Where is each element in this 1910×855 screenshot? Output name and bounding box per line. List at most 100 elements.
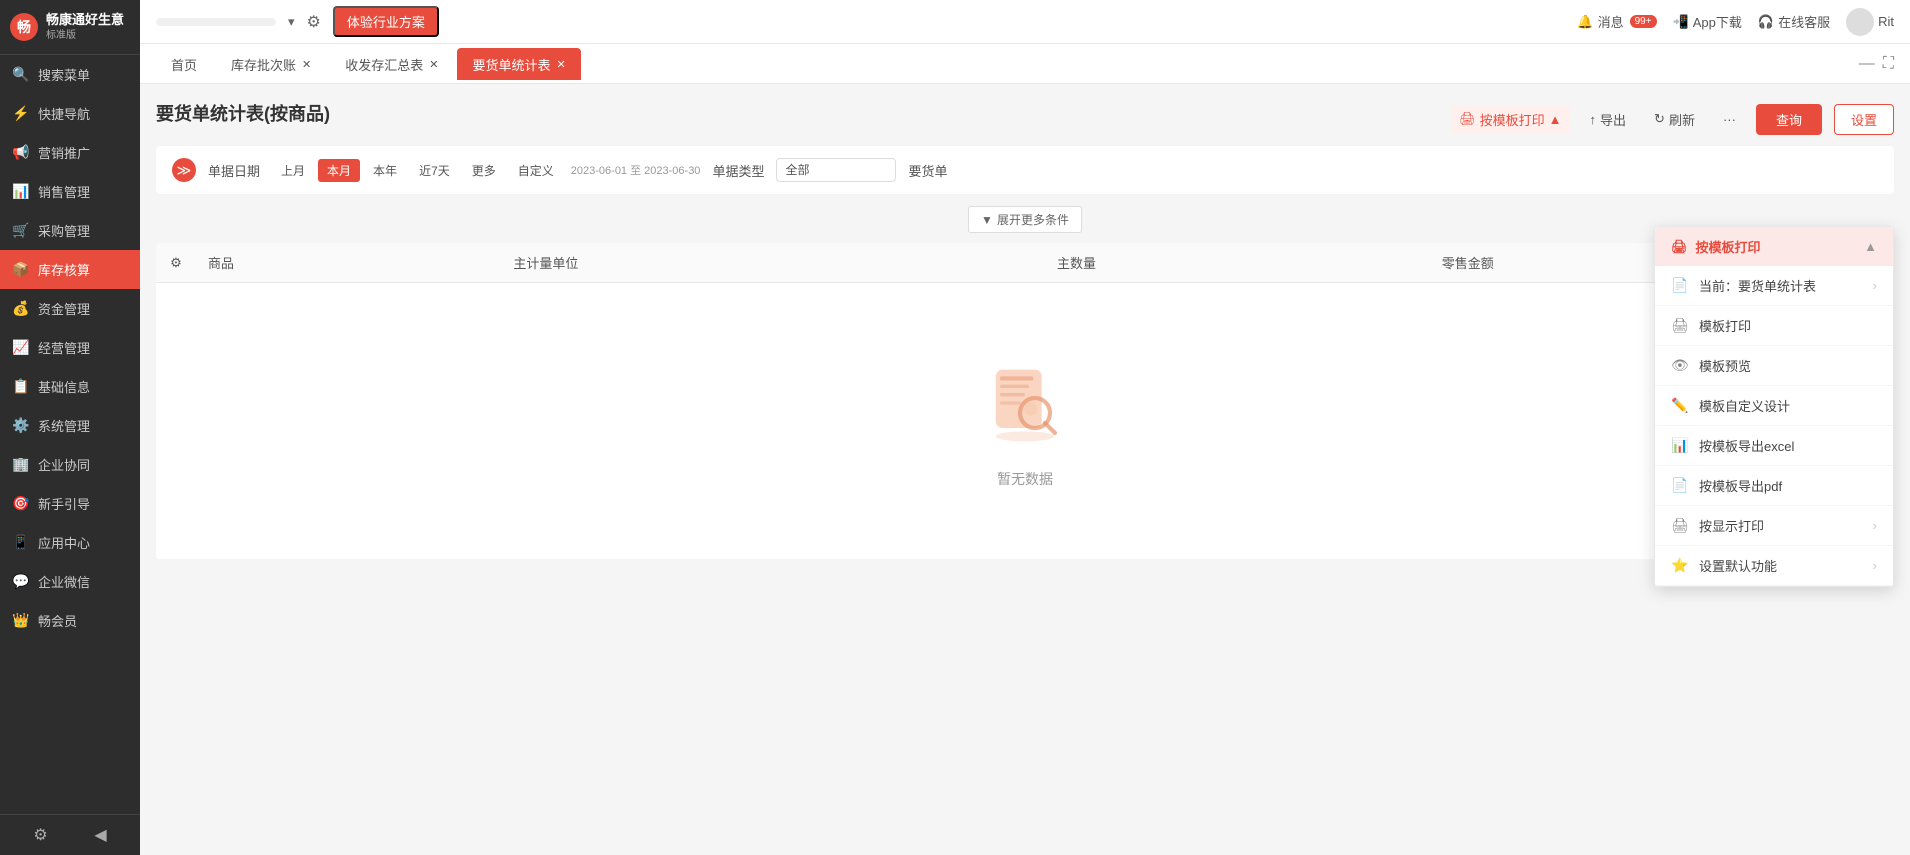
dropdown-item-set-default[interactable]: ⭐ 设置默认功能 › bbox=[1655, 546, 1893, 586]
top-bar: ▾ ⚙ 体验行业方案 🔔 消息 99+ 📲 App下载 🎧 在线客服 Rit bbox=[140, 0, 1910, 44]
date-btn-this-month[interactable]: 本月 bbox=[318, 159, 360, 182]
export-pdf-icon: 📄 bbox=[1671, 477, 1689, 494]
online-service-btn[interactable]: 🎧 在线客服 bbox=[1758, 12, 1830, 31]
page-title: 要货单统计表(按商品) bbox=[156, 100, 330, 126]
export-label: 导出 bbox=[1600, 110, 1626, 129]
filter-toggle-btn[interactable]: ≫ bbox=[172, 158, 196, 182]
sidebar-item-search[interactable]: 🔍 搜索菜单 bbox=[0, 55, 140, 94]
close-order-stats-icon[interactable]: ✕ bbox=[557, 58, 566, 71]
order-type-select-wrapper: 全部 要货单 bbox=[776, 158, 896, 182]
messages-badge: 99+ bbox=[1630, 15, 1657, 28]
cart-icon: 🛒 bbox=[12, 222, 30, 239]
print-template-btn[interactable]: 🖨 按模板打印 ▲ bbox=[1451, 106, 1569, 133]
settings-btn[interactable]: 设置 bbox=[1834, 104, 1894, 135]
sidebar-bottom: ⚙ ◀ bbox=[0, 814, 140, 855]
sidebar-item-sales[interactable]: 📊 销售管理 bbox=[0, 172, 140, 211]
tab-order-stats[interactable]: 要货单统计表 ✕ bbox=[457, 48, 580, 80]
template-preview-icon: 👁 bbox=[1671, 357, 1689, 374]
sidebar-item-enterprise[interactable]: 🏢 企业协同 bbox=[0, 445, 140, 484]
crown-icon: 👑 bbox=[12, 612, 30, 629]
expand-more-label: 展开更多条件 bbox=[997, 211, 1069, 228]
close-receipt-summary-icon[interactable]: ✕ bbox=[429, 58, 438, 71]
dropdown-item-export-excel[interactable]: 📊 按模板导出excel bbox=[1655, 426, 1893, 466]
set-default-arrow-icon: › bbox=[1873, 558, 1877, 573]
sidebar-item-inventory[interactable]: 📦 库存核算 bbox=[0, 250, 140, 289]
topbar-right: 🔔 消息 99+ 📲 App下载 🎧 在线客服 Rit bbox=[1577, 8, 1894, 36]
dropdown-item-template-design[interactable]: ✏️ 模板自定义设计 bbox=[1655, 386, 1893, 426]
sidebar-label-sales: 销售管理 bbox=[38, 182, 90, 201]
sidebar-label-purchase: 采购管理 bbox=[38, 221, 90, 240]
sidebar-item-basic[interactable]: 📋 基础信息 bbox=[0, 367, 140, 406]
export-btn[interactable]: ↑ 导出 bbox=[1582, 106, 1635, 133]
order-type-select[interactable]: 全部 要货单 bbox=[776, 158, 896, 182]
app-version: 标准版 bbox=[46, 29, 124, 42]
col-settings[interactable]: ⚙ bbox=[156, 243, 196, 283]
dropdown-item-current[interactable]: 📄 当前：要货单统计表 › bbox=[1655, 266, 1893, 306]
tab-home[interactable]: 首页 bbox=[156, 48, 212, 80]
app-name: 畅康通好生意 bbox=[46, 12, 124, 29]
dropdown-item-display-print[interactable]: 🖨 按显示打印 › bbox=[1655, 506, 1893, 546]
content-area: 要货单统计表(按商品) 🖨 按模板打印 ▲ ↑ 导出 ↻ 刷新 ··· 查询 设… bbox=[140, 84, 1910, 855]
expand-more-btn[interactable]: ▼ 展开更多条件 bbox=[968, 206, 1082, 233]
filter-bar: ≫ 单据日期 上月 本月 本年 近7天 更多 自定义 2023-06-01 至 … bbox=[156, 146, 1894, 194]
template-print-icon: 🖨 bbox=[1671, 317, 1689, 334]
dropdown-item-template-print[interactable]: 🖨 模板打印 bbox=[1655, 306, 1893, 346]
export-icon: ↑ bbox=[1590, 112, 1597, 127]
maximize-icon[interactable]: ⛶ bbox=[1883, 55, 1894, 73]
date-btn-last-month[interactable]: 上月 bbox=[272, 159, 314, 182]
user-avatar-area[interactable]: Rit bbox=[1846, 8, 1894, 36]
table-head: ⚙ 商品 主计量单位 主数量 零售金额 bbox=[156, 243, 1894, 283]
dropdown-item-export-pdf[interactable]: 📄 按模板导出pdf bbox=[1655, 466, 1893, 506]
sidebar-item-member[interactable]: 👑 畅会员 bbox=[0, 601, 140, 640]
printer-header-icon: 🖨 bbox=[1671, 239, 1688, 255]
data-table: ⚙ 商品 主计量单位 主数量 零售金额 bbox=[156, 243, 1894, 560]
search-box[interactable] bbox=[156, 18, 276, 26]
trial-btn[interactable]: 体验行业方案 bbox=[333, 6, 439, 37]
sidebar-item-purchase[interactable]: 🛒 采购管理 bbox=[0, 211, 140, 250]
tab-receipt-summary[interactable]: 收发存汇总表 ✕ bbox=[330, 48, 453, 80]
sidebar-item-appstore[interactable]: 📱 应用中心 bbox=[0, 523, 140, 562]
refresh-btn[interactable]: ↻ 刷新 bbox=[1646, 106, 1703, 133]
chevron-up-icon: ▲ bbox=[1549, 112, 1562, 127]
settings-bottom-icon[interactable]: ⚙ bbox=[33, 825, 47, 845]
topbar-gear-icon[interactable]: ⚙ bbox=[307, 12, 321, 32]
dropdown-item-template-preview[interactable]: 👁 模板预览 bbox=[1655, 346, 1893, 386]
money-icon: 💰 bbox=[12, 300, 30, 317]
app-download-btn[interactable]: 📲 App下载 bbox=[1673, 12, 1742, 31]
query-btn[interactable]: 查询 bbox=[1756, 104, 1822, 135]
sidebar-item-business[interactable]: 📈 经营管理 bbox=[0, 328, 140, 367]
sidebar-item-quick-nav[interactable]: ⚡ 快捷导航 bbox=[0, 94, 140, 133]
tab-bar: 首页 库存批次账 ✕ 收发存汇总表 ✕ 要货单统计表 ✕ — ⛶ bbox=[140, 44, 1910, 84]
date-btn-more[interactable]: 更多 bbox=[463, 159, 505, 182]
printer-icon: 🖨 bbox=[1459, 111, 1476, 127]
dropdown-close-btn[interactable]: ▲ bbox=[1864, 239, 1877, 254]
more-options-icon[interactable]: ··· bbox=[1715, 108, 1744, 131]
close-inventory-batch-icon[interactable]: ✕ bbox=[302, 58, 311, 71]
order-goods-label: 要货单 bbox=[908, 161, 947, 180]
sidebar-label-wechat: 企业微信 bbox=[38, 572, 90, 591]
print-template-dropdown: 🖨 按模板打印 ▲ 📄 当前：要货单统计表 › 🖨 模板打印 👁 模板预览 bbox=[1654, 226, 1894, 587]
set-default-label: 设置默认功能 bbox=[1699, 556, 1777, 575]
sidebar-item-wechat[interactable]: 💬 企业微信 bbox=[0, 562, 140, 601]
date-btn-this-year[interactable]: 本年 bbox=[364, 159, 406, 182]
sidebar-item-marketing[interactable]: 📢 营销推广 bbox=[0, 133, 140, 172]
messages-btn[interactable]: 🔔 消息 99+ bbox=[1577, 12, 1656, 31]
minimize-icon[interactable]: — bbox=[1859, 55, 1875, 73]
sidebar-item-guide[interactable]: 🎯 新手引导 bbox=[0, 484, 140, 523]
main-area: ▾ ⚙ 体验行业方案 🔔 消息 99+ 📲 App下载 🎧 在线客服 Rit bbox=[140, 0, 1910, 855]
date-btn-custom[interactable]: 自定义 bbox=[509, 159, 563, 182]
export-pdf-label: 按模板导出pdf bbox=[1699, 476, 1782, 495]
dropdown-arrow-icon[interactable]: ▾ bbox=[288, 14, 295, 30]
sidebar-item-system[interactable]: ⚙️ 系统管理 bbox=[0, 406, 140, 445]
col-unit: 主计量单位 bbox=[501, 243, 1045, 283]
messages-label: 消息 bbox=[1598, 12, 1624, 31]
sidebar-item-finance[interactable]: 💰 资金管理 bbox=[0, 289, 140, 328]
chevron-down-icon: ▼ bbox=[981, 213, 993, 227]
date-btn-7days[interactable]: 近7天 bbox=[410, 159, 459, 182]
logo-icon: 畅 bbox=[10, 13, 38, 41]
content-header: 要货单统计表(按商品) 🖨 按模板打印 ▲ ↑ 导出 ↻ 刷新 ··· 查询 设… bbox=[156, 100, 1894, 138]
empty-state: 暂无数据 bbox=[168, 293, 1882, 549]
tab-inventory-batch[interactable]: 库存批次账 ✕ bbox=[216, 48, 326, 80]
bell-icon: 🔔 bbox=[1577, 14, 1593, 30]
toggle-sidebar-icon[interactable]: ◀ bbox=[94, 825, 106, 845]
